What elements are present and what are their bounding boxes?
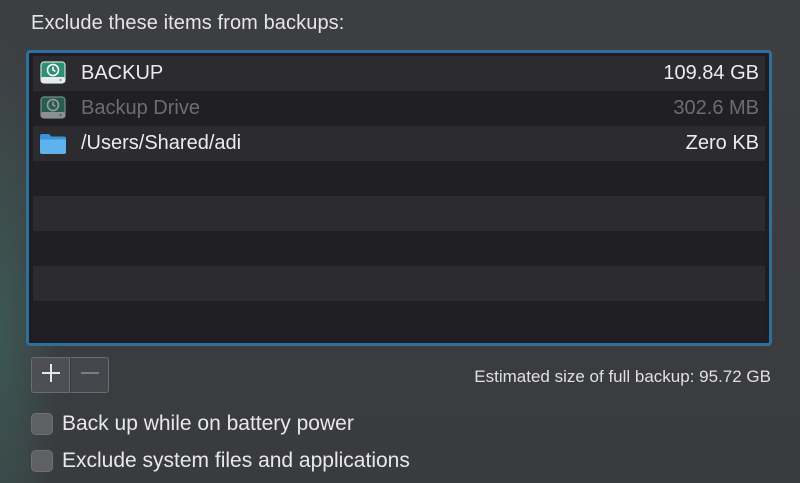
estimated-backup-size: Estimated size of full backup: 95.72 GB — [474, 367, 771, 386]
exclude-system-files-checkbox[interactable] — [31, 450, 53, 472]
add-exclusion-button[interactable] — [31, 357, 70, 393]
remove-exclusion-button[interactable] — [70, 357, 109, 393]
time-machine-disk-icon — [39, 95, 67, 121]
battery-power-label: Back up while on battery power — [62, 412, 354, 435]
exclusion-name: Backup Drive — [81, 97, 200, 119]
exclusion-row-shared-folder[interactable]: /Users/Shared/adi Zero KB — [33, 126, 765, 161]
exclusions-heading: Exclude these items from backups: — [31, 12, 345, 34]
exclusion-size: 109.84 GB — [663, 62, 759, 84]
exclusion-row-backup-drive[interactable]: Backup Drive 302.6 MB — [33, 91, 765, 126]
exclusion-row-backup[interactable]: BACKUP 109.84 GB — [33, 56, 765, 91]
time-machine-disk-icon — [39, 60, 67, 86]
empty-row — [33, 161, 765, 196]
minus-icon — [80, 363, 100, 388]
option-battery-power[interactable]: Back up while on battery power — [31, 411, 354, 437]
add-remove-buttons — [31, 357, 109, 393]
exclusions-list[interactable]: BACKUP 109.84 GB Backup Drive 302.6 MB /… — [26, 50, 772, 346]
option-exclude-system-files[interactable]: Exclude system files and applications — [31, 448, 410, 474]
empty-row — [33, 231, 765, 266]
exclusion-name: BACKUP — [81, 62, 164, 84]
empty-row — [33, 266, 765, 301]
empty-row — [33, 196, 765, 231]
plus-icon — [41, 363, 61, 388]
exclude-system-files-label: Exclude system files and applications — [62, 449, 410, 472]
exclusion-size: Zero KB — [685, 132, 759, 154]
empty-row — [33, 301, 765, 336]
battery-power-checkbox[interactable] — [31, 413, 53, 435]
folder-icon — [39, 130, 67, 156]
exclusion-size: 302.6 MB — [673, 97, 759, 119]
exclusion-name: /Users/Shared/adi — [81, 132, 242, 154]
